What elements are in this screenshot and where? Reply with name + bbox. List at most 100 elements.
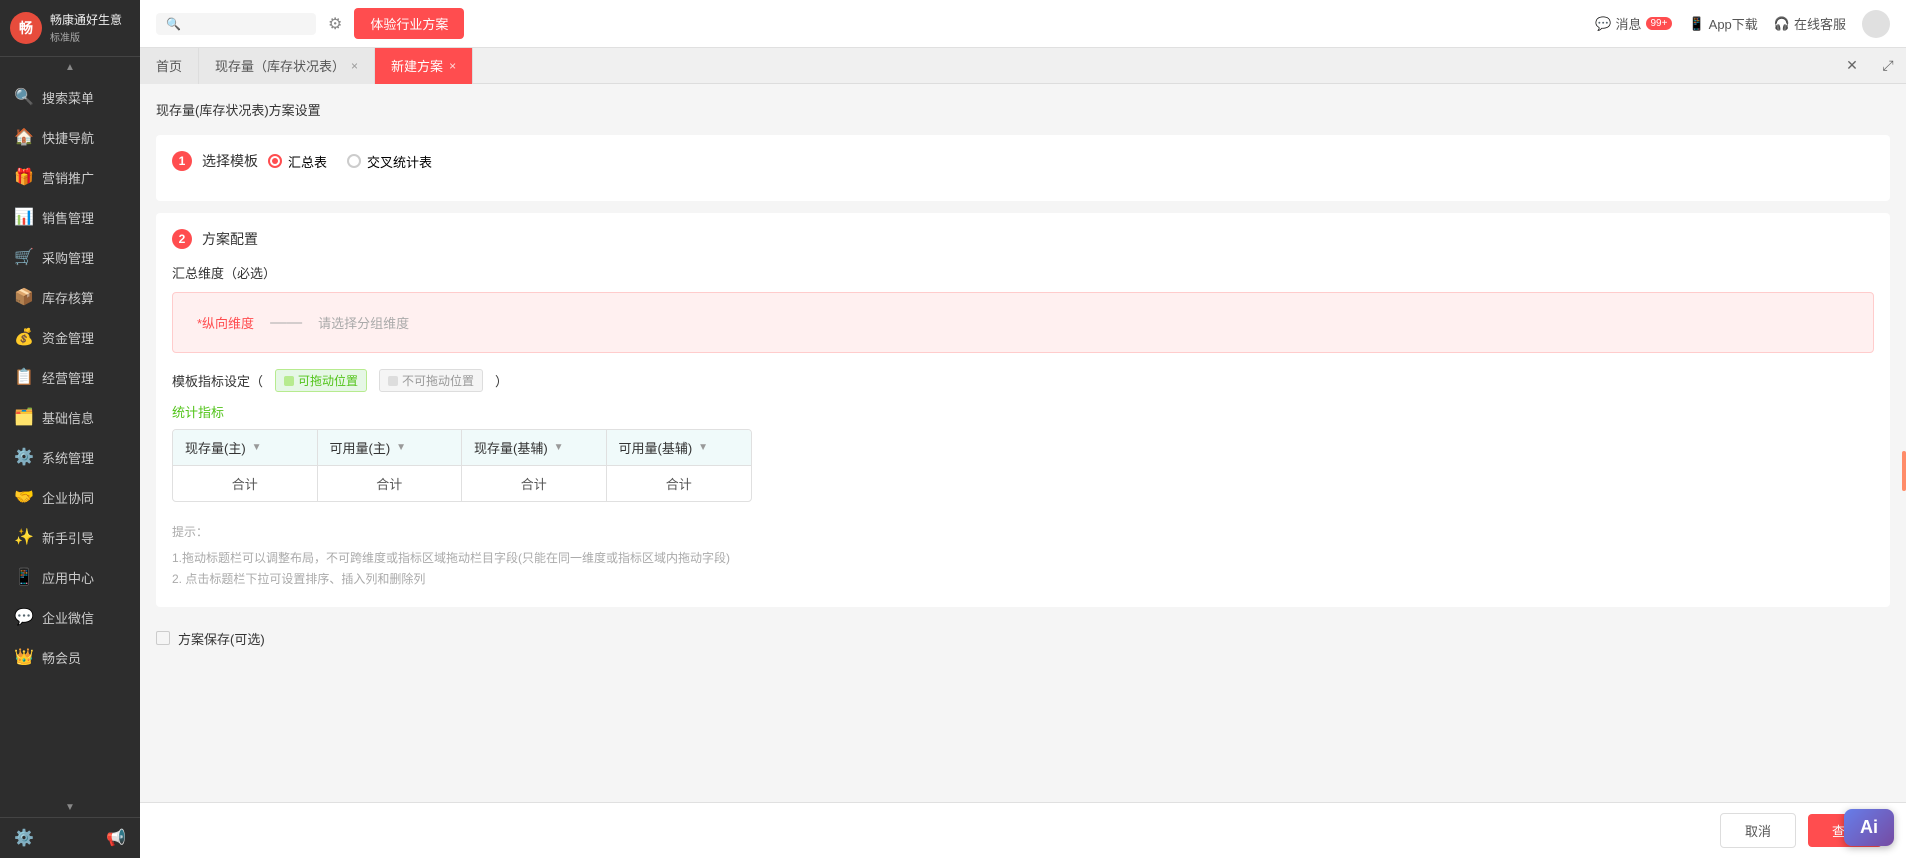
sidebar-item-label: 快捷导航	[42, 128, 94, 147]
right-scroll-indicator	[1902, 451, 1906, 491]
trial-button[interactable]: 体验行业方案	[354, 8, 464, 39]
stats-col-2[interactable]: 现存量(基辅) ▼	[462, 430, 607, 465]
brand-icon: 畅	[10, 12, 42, 44]
tip-2-text: 2. 点击标题栏下拉可设置排序、插入列和删除列	[172, 569, 425, 591]
sidebar-nav: 🔍 搜索菜单 🏠 快捷导航 🎁 营销推广 📊 销售管理 🛒 采购管理 📦 库存核…	[0, 77, 140, 797]
radio-summary[interactable]: 汇总表	[268, 152, 327, 171]
step2-badge: 2	[172, 229, 192, 249]
sidebar-scroll-down[interactable]: ▼	[0, 797, 140, 817]
sidebar-scroll-up[interactable]: ▲	[0, 57, 140, 77]
sidebar-item-label: 营销推广	[42, 168, 94, 187]
tips-header: 提示：	[172, 522, 1874, 544]
search-input[interactable]	[187, 17, 287, 31]
save-checkbox[interactable]	[156, 631, 170, 645]
sidebar-item-sales[interactable]: 📊 销售管理	[0, 197, 140, 237]
messages-item[interactable]: 💬 消息 99+	[1595, 14, 1672, 33]
sidebar-item-inventory[interactable]: 📦 库存核算	[0, 277, 140, 317]
mobile-icon: 📱	[14, 567, 34, 587]
step1-badge: 1	[172, 151, 192, 171]
ai-badge[interactable]: Ai	[1844, 809, 1894, 846]
tab-inventory-status[interactable]: 现存量（库存状况表） ×	[199, 48, 375, 84]
cancel-button[interactable]: 取消	[1720, 813, 1796, 848]
gift-icon: 🎁	[14, 167, 34, 187]
radio-cross-label: 交叉统计表	[367, 152, 432, 171]
app-download-item[interactable]: 📱 App下载	[1688, 14, 1757, 33]
help-icon[interactable]: 📢	[106, 828, 126, 848]
sidebar-item-operations[interactable]: 📋 经营管理	[0, 357, 140, 397]
stats-table: 现存量(主) ▼ 可用量(主) ▼ 现存量(基辅) ▼ 可用量(基辅)	[172, 429, 752, 502]
sidebar-item-marketing[interactable]: 🎁 营销推广	[0, 157, 140, 197]
sidebar-item-label: 资金管理	[42, 328, 94, 347]
indicator-label: 模板指标设定（	[172, 371, 263, 390]
sidebar-item-label: 系统管理	[42, 448, 94, 467]
dimension-box[interactable]: *纵向维度 —— 请选择分组维度	[172, 292, 1874, 353]
sidebar-item-purchase[interactable]: 🛒 采购管理	[0, 237, 140, 277]
stats-col-1[interactable]: 可用量(主) ▼	[318, 430, 463, 465]
stats-title: 统计指标	[172, 402, 1874, 421]
stats-col-0-label: 现存量(主)	[185, 438, 246, 457]
sidebar-item-quick-nav[interactable]: 🏠 快捷导航	[0, 117, 140, 157]
dimension-placeholder: 请选择分组维度	[318, 313, 409, 332]
stats-col-3[interactable]: 可用量(基辅) ▼	[607, 430, 752, 465]
bottom-bar: 取消 查询	[140, 802, 1906, 858]
topbar-gear-icon[interactable]: ⚙	[328, 14, 342, 34]
sidebar: 畅 畅康通好生意 标准版 ▲ 🔍 搜索菜单 🏠 快捷导航 🎁 营销推广 📊 销售…	[0, 0, 140, 858]
message-icon: 💬	[1595, 16, 1611, 32]
tip-2: 2. 点击标题栏下拉可设置排序、插入列和删除列	[172, 569, 1874, 591]
customer-service-item[interactable]: 🎧 在线客服	[1774, 14, 1846, 33]
sidebar-item-label: 企业协同	[42, 488, 94, 507]
tab-home[interactable]: 首页	[140, 48, 199, 84]
radio-summary-dot	[268, 154, 282, 168]
page-title: 现存量(库存状况表)方案设置	[156, 100, 1890, 119]
sidebar-item-label: 基础信息	[42, 408, 94, 427]
tab-bar: 首页 现存量（库存状况表） × 新建方案 × ✕ ⤢	[140, 48, 1906, 84]
radio-cross[interactable]: 交叉统计表	[347, 152, 432, 171]
chevron-3-icon: ▼	[698, 442, 708, 453]
tab-new-plan-close[interactable]: ×	[449, 59, 456, 73]
user-avatar[interactable]	[1862, 10, 1890, 38]
section-choose-template: 1 选择模板 汇总表 交叉统计表	[156, 135, 1890, 201]
section1-header: 1 选择模板 汇总表 交叉统计表	[172, 151, 1874, 171]
tab-new-plan[interactable]: 新建方案 ×	[375, 48, 473, 84]
tab-home-label: 首页	[156, 56, 182, 75]
sidebar-item-label: 新手引导	[42, 528, 94, 547]
tips-section: 提示： 1.拖动标题栏可以调整布局，不可跨维度或指标区域拖动栏目字段(只能在同一…	[172, 522, 1874, 591]
content-area: 现存量(库存状况表)方案设置 1 选择模板 汇总表 交叉统计表	[140, 84, 1906, 802]
section2-title: 方案配置	[202, 229, 258, 249]
main-area: 🔍 ⚙ 体验行业方案 💬 消息 99+ 📱 App下载 🎧 在线客服 首页	[140, 0, 1906, 858]
sidebar-item-member[interactable]: 👑 畅会员	[0, 637, 140, 677]
tab-inventory-close[interactable]: ×	[351, 59, 358, 73]
section-plan-config: 2 方案配置 汇总维度（必选） *纵向维度 —— 请选择分组维度 模板指标设定（…	[156, 213, 1890, 607]
app-download-label: App下载	[1709, 14, 1758, 33]
sidebar-item-system[interactable]: ⚙️ 系统管理	[0, 437, 140, 477]
search-icon: 🔍	[14, 87, 34, 107]
chevron-1-icon: ▼	[396, 442, 406, 453]
save-option-row: 方案保存(可选)	[156, 619, 1890, 658]
template-radio-group: 汇总表 交叉统计表	[268, 152, 432, 171]
stats-cell-1: 合计	[318, 466, 463, 501]
search-box[interactable]: 🔍	[156, 13, 316, 35]
tab-new-plan-label: 新建方案	[391, 56, 443, 75]
section1-title: 选择模板	[202, 151, 258, 171]
customer-service-label: 在线客服	[1794, 14, 1846, 33]
sidebar-item-guide[interactable]: ✨ 新手引导	[0, 517, 140, 557]
sidebar-item-cooperation[interactable]: 🤝 企业协同	[0, 477, 140, 517]
topbar-right: 💬 消息 99+ 📱 App下载 🎧 在线客服	[1595, 10, 1890, 38]
sidebar-logo: 畅 畅康通好生意 标准版	[0, 0, 140, 57]
close-window-button[interactable]: ✕	[1834, 48, 1870, 84]
expand-window-button[interactable]: ⤢	[1870, 48, 1906, 84]
sidebar-item-apps[interactable]: 📱 应用中心	[0, 557, 140, 597]
folder-icon: 🗂️	[14, 407, 34, 427]
stats-table-header: 现存量(主) ▼ 可用量(主) ▼ 现存量(基辅) ▼ 可用量(基辅)	[173, 430, 751, 465]
crown-icon: 👑	[14, 647, 34, 667]
sidebar-item-finance[interactable]: 💰 资金管理	[0, 317, 140, 357]
indicator-draggable-badge: 可拖动位置	[275, 369, 367, 392]
stats-col-0[interactable]: 现存量(主) ▼	[173, 430, 318, 465]
radio-summary-label: 汇总表	[288, 152, 327, 171]
settings-icon[interactable]: ⚙️	[14, 828, 34, 848]
money-icon: 💰	[14, 327, 34, 347]
radio-cross-dot	[347, 154, 361, 168]
sidebar-item-wechat[interactable]: 💬 企业微信	[0, 597, 140, 637]
sidebar-item-search[interactable]: 🔍 搜索菜单	[0, 77, 140, 117]
sidebar-item-basic[interactable]: 🗂️ 基础信息	[0, 397, 140, 437]
